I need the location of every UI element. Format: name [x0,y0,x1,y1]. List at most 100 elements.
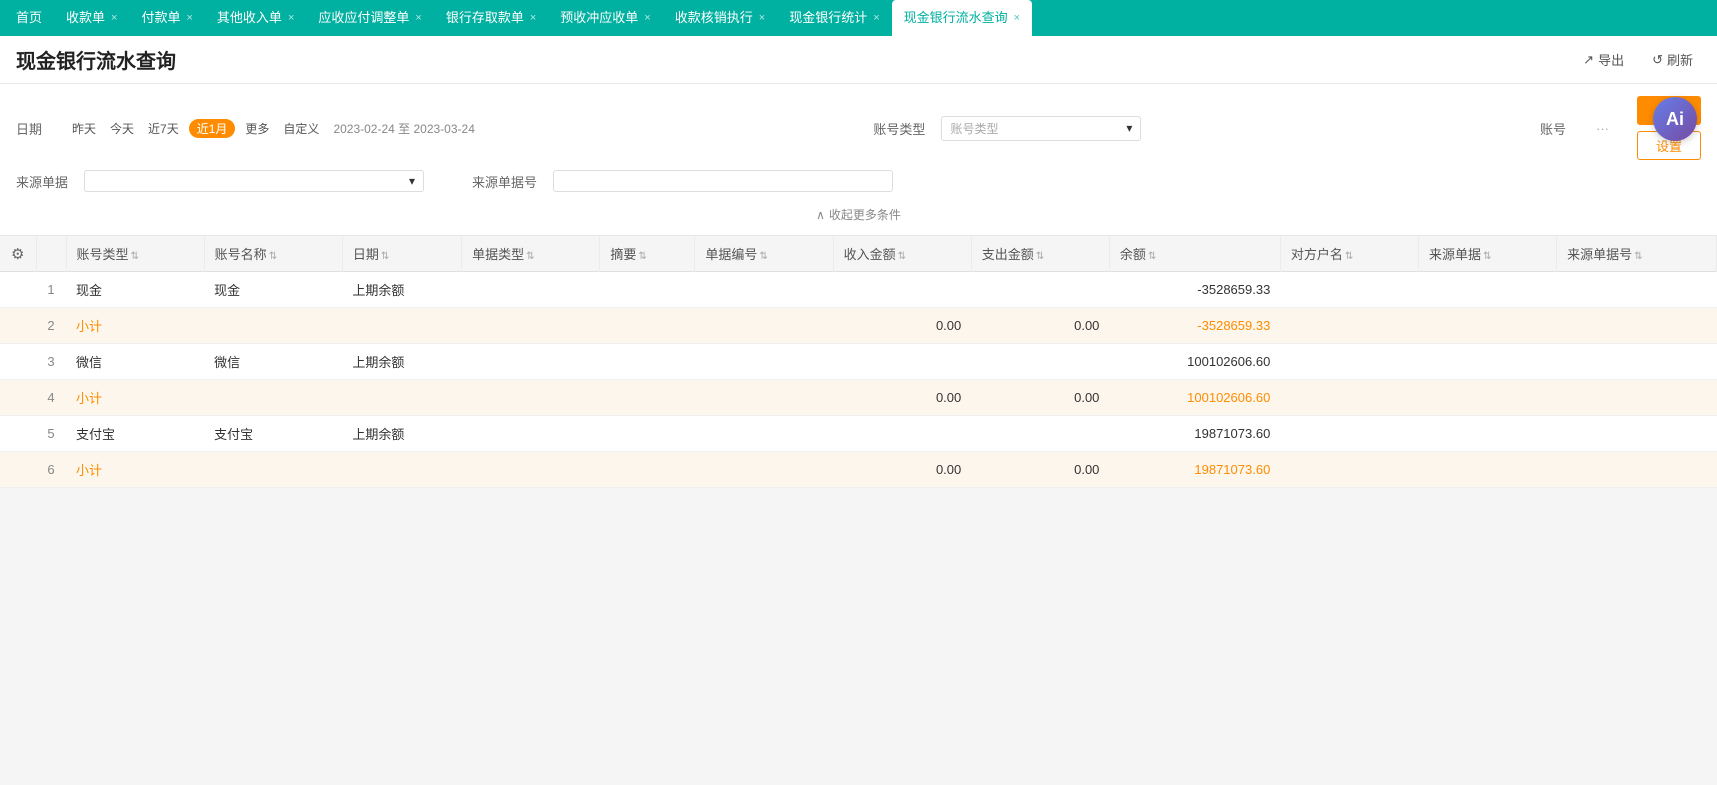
close-icon[interactable]: × [530,0,536,36]
col-summary[interactable]: 摘要⇅ [600,236,695,272]
chevron-down-icon-2: ▾ [409,174,415,188]
nav-item-home[interactable]: 首页 [4,0,54,36]
table-cell: 6 [36,452,66,488]
page-header: 现金银行流水查询 ↗ 导出 ↺ 刷新 [0,36,1717,84]
table-row: 6小计0.000.0019871073.60 [0,452,1717,488]
filter-row-1: 日期 昨天 今天 近7天 近1月 更多 自定义 2023-02-24 至 202… [16,96,1701,160]
collapse-bar[interactable]: ∧ 收起更多条件 [16,202,1701,227]
table-cell [342,380,461,416]
table-cell: 小计 [66,308,204,344]
table-cell [462,344,600,380]
table-row: 4小计0.000.00100102606.60 [0,380,1717,416]
date-custom[interactable]: 自定义 [279,119,323,138]
col-source-doc-no[interactable]: 来源单据号⇅ [1557,236,1717,272]
col-account-name[interactable]: 账号名称⇅ [204,236,342,272]
source-doc-no-label: 来源单据号 [472,172,537,191]
table-cell [1280,380,1418,416]
top-nav: 首页收款单×付款单×其他收入单×应收应付调整单×银行存取款单×预收冲应收单×收款… [0,0,1717,36]
collapse-icon: ∧ [816,208,825,222]
nav-item-advance-offset[interactable]: 预收冲应收单× [548,0,662,36]
date-more[interactable]: 更多 [241,119,273,138]
table-cell [600,272,695,308]
nav-item-other-income[interactable]: 其他收入单× [205,0,306,36]
close-icon[interactable]: × [759,0,765,36]
page-title: 现金银行流水查询 [16,45,176,74]
account-type-select[interactable]: 账号类型 ▾ [941,116,1141,141]
close-icon[interactable]: × [1014,0,1020,36]
table-header-row: ⚙ 账号类型⇅ 账号名称⇅ 日期⇅ 单据类型⇅ 摘要⇅ 单据编号⇅ 收入金额⇅ … [0,236,1717,272]
close-icon[interactable]: × [873,0,879,36]
source-doc-select[interactable]: ▾ [84,170,424,192]
date-7days[interactable]: 近7天 [144,119,183,138]
export-button[interactable]: ↗ 导出 [1575,46,1632,73]
table-body: 1现金现金上期余额-3528659.332小计0.000.00-3528659.… [0,272,1717,488]
date-label: 日期 [16,119,52,138]
table-cell [462,380,600,416]
date-1month[interactable]: 近1月 [189,119,236,138]
table-cell: -3528659.33 [1109,272,1280,308]
col-counterparty[interactable]: 对方户名⇅ [1280,236,1418,272]
col-account-type[interactable]: 账号类型⇅ [66,236,204,272]
data-table: ⚙ 账号类型⇅ 账号名称⇅ 日期⇅ 单据类型⇅ 摘要⇅ 单据编号⇅ 收入金额⇅ … [0,236,1717,488]
col-expense[interactable]: 支出金额⇅ [971,236,1109,272]
nav-item-payment[interactable]: 付款单× [129,0,204,36]
table-cell [462,452,600,488]
col-doc-type[interactable]: 单据类型⇅ [462,236,600,272]
source-doc-no-input[interactable] [553,170,893,192]
date-today[interactable]: 今天 [106,119,138,138]
table-cell [0,344,36,380]
filter-area: 日期 昨天 今天 近7天 近1月 更多 自定义 2023-02-24 至 202… [0,84,1717,236]
table-cell [1557,452,1717,488]
table-cell [1418,272,1556,308]
table-cell [204,452,342,488]
table-cell [1280,272,1418,308]
col-balance[interactable]: 余额⇅ [1109,236,1280,272]
table-cell [0,380,36,416]
ai-badge[interactable]: Ai [1653,97,1697,141]
table-cell [0,452,36,488]
account-dots[interactable]: ··· [1592,121,1613,136]
col-date[interactable]: 日期⇅ [342,236,461,272]
nav-item-collection-exec[interactable]: 收款核销执行× [663,0,777,36]
table-cell [695,344,833,380]
table-cell [833,272,971,308]
export-icon: ↗ [1583,52,1594,68]
nav-item-bank-deposit[interactable]: 银行存取款单× [434,0,548,36]
nav-item-receivable-adjust[interactable]: 应收应付调整单× [306,0,433,36]
refresh-icon: ↺ [1652,52,1663,68]
date-yesterday[interactable]: 昨天 [68,119,100,138]
close-icon[interactable]: × [111,0,117,36]
nav-item-cash-bank-flow[interactable]: 现金银行流水查询× [892,0,1032,36]
col-doc-no[interactable]: 单据编号⇅ [695,236,833,272]
table-cell: 19871073.60 [1109,416,1280,452]
table-cell [833,344,971,380]
chevron-down-icon: ▾ [1126,121,1132,135]
table-cell: 小计 [66,380,204,416]
table-cell [600,344,695,380]
col-gear[interactable]: ⚙ [0,236,36,272]
col-num [36,236,66,272]
table-row: 2小计0.000.00-3528659.33 [0,308,1717,344]
table-cell: 4 [36,380,66,416]
table-cell [600,380,695,416]
table-cell [204,380,342,416]
close-icon[interactable]: × [288,0,294,36]
close-icon[interactable]: × [186,0,192,36]
account-type-label: 账号类型 [873,119,925,138]
table-cell: 上期余额 [342,344,461,380]
table-cell: 19871073.60 [1109,452,1280,488]
nav-item-cash-bank-stat[interactable]: 现金银行统计× [777,0,891,36]
nav-item-receipt[interactable]: 收款单× [54,0,129,36]
table-cell [600,416,695,452]
col-income[interactable]: 收入金额⇅ [833,236,971,272]
table-cell [833,416,971,452]
refresh-button[interactable]: ↺ 刷新 [1644,46,1701,73]
close-icon[interactable]: × [644,0,650,36]
col-source-doc[interactable]: 来源单据⇅ [1418,236,1556,272]
table-cell: 小计 [66,452,204,488]
table-cell [1557,416,1717,452]
table-cell [600,452,695,488]
table-cell [971,272,1109,308]
close-icon[interactable]: × [415,0,421,36]
table-row: 1现金现金上期余额-3528659.33 [0,272,1717,308]
